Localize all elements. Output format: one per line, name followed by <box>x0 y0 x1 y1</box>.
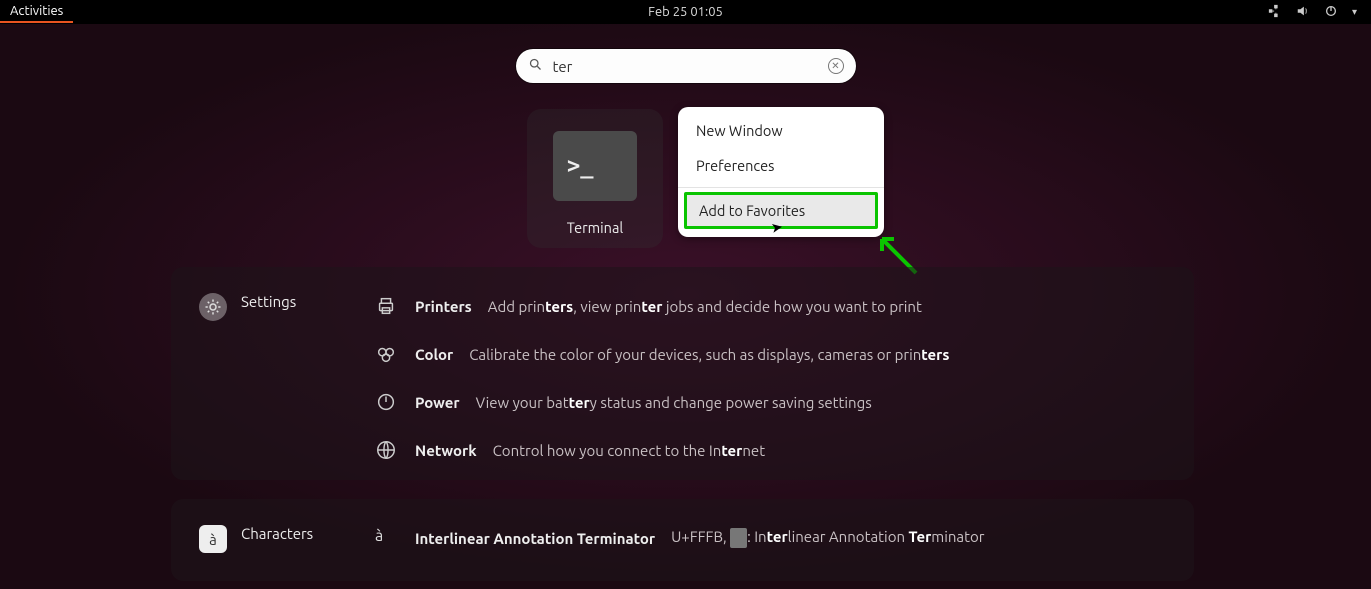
settings-row-printers[interactable]: Printers Add printers, view printer jobs… <box>373 293 1166 319</box>
activities-button[interactable]: Activities <box>0 1 73 23</box>
characters-icon: à <box>199 525 227 553</box>
network-icon[interactable] <box>1268 4 1282 21</box>
settings-category[interactable]: Settings <box>199 287 373 463</box>
row-desc: View your battery status and change powe… <box>476 394 872 411</box>
app-label: Terminal <box>567 219 623 236</box>
terminal-icon: >_ <box>553 131 637 201</box>
gear-icon <box>199 293 227 321</box>
settings-row-network[interactable]: Network Control how you connect to the I… <box>373 437 1166 463</box>
volume-icon[interactable] <box>1296 4 1310 21</box>
cursor-icon: ➤ <box>770 218 785 237</box>
top-bar: Activities Feb 25 01:05 ▾ <box>0 0 1371 24</box>
row-desc: Add printers, view printer jobs and deci… <box>488 298 922 315</box>
color-icon <box>373 341 399 367</box>
power-setting-icon <box>373 389 399 415</box>
row-desc: U+FFFB, : Interlinear Annotation Termina… <box>671 528 984 548</box>
characters-results-panel: à Characters à Interlinear Annotation Te… <box>171 499 1194 581</box>
settings-row-color[interactable]: Color Calibrate the color of your device… <box>373 341 1166 367</box>
search-input[interactable] <box>553 58 828 75</box>
row-desc: Calibrate the color of your devices, suc… <box>469 346 949 363</box>
search-icon <box>528 57 543 76</box>
row-title: Printers <box>415 298 472 315</box>
row-title: Color <box>415 346 453 363</box>
power-icon[interactable] <box>1324 4 1338 21</box>
context-separator <box>678 187 884 188</box>
row-desc: Control how you connect to the Internet <box>493 442 765 459</box>
globe-icon <box>373 437 399 463</box>
characters-row[interactable]: à Interlinear Annotation Terminator U+FF… <box>373 525 1166 551</box>
ctx-preferences[interactable]: Preferences <box>678 148 884 183</box>
system-tray[interactable]: ▾ <box>1268 4 1371 21</box>
app-result-terminal[interactable]: >_ Terminal <box>527 109 663 248</box>
characters-label: Characters <box>241 525 313 542</box>
clear-search-button[interactable]: ✕ <box>828 58 844 74</box>
settings-label: Settings <box>241 293 296 310</box>
printer-icon <box>373 293 399 319</box>
row-title: Interlinear Annotation Terminator <box>415 530 655 547</box>
search-box[interactable]: ✕ <box>516 49 856 83</box>
settings-row-power[interactable]: Power View your battery status and chang… <box>373 389 1166 415</box>
clock[interactable]: Feb 25 01:05 <box>648 5 723 19</box>
row-title: Network <box>415 442 477 459</box>
chevron-down-icon[interactable]: ▾ <box>1352 6 1357 18</box>
characters-category[interactable]: à Characters <box>199 519 373 553</box>
row-title: Power <box>415 394 460 411</box>
char-glyph-icon: à <box>373 525 399 551</box>
ctx-new-window[interactable]: New Window <box>678 113 884 148</box>
settings-results-panel: Settings Printers Add printers, view pri… <box>171 267 1194 480</box>
